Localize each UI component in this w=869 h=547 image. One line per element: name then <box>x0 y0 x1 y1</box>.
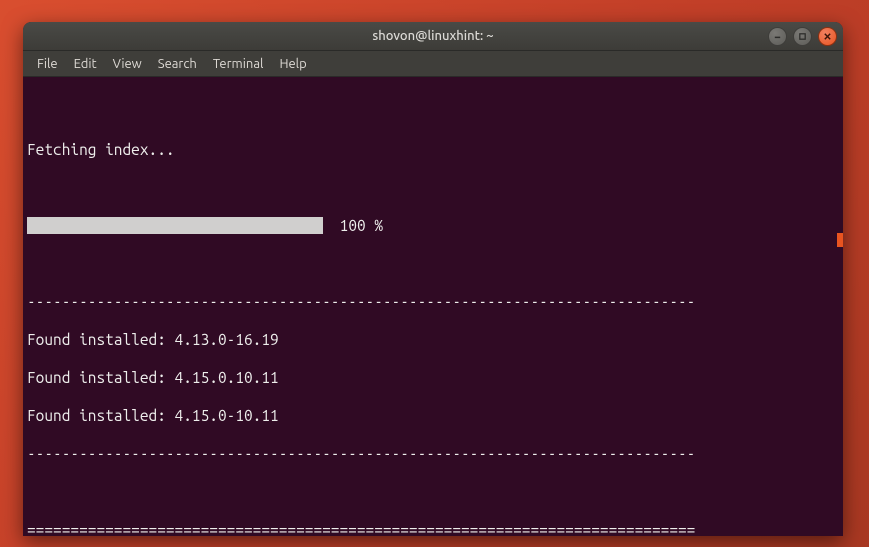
close-button[interactable] <box>818 27 837 46</box>
line-fetching: Fetching index... <box>27 140 839 159</box>
menubar: File Edit View Search Terminal Help <box>23 51 843 77</box>
line-found: Found installed: 4.15.0.10.11 <box>27 368 839 387</box>
menu-edit[interactable]: Edit <box>66 55 105 73</box>
menu-search[interactable]: Search <box>150 55 205 73</box>
line-blank <box>27 254 839 273</box>
line-found: Found installed: 4.15.0-10.11 <box>27 406 839 425</box>
menu-view[interactable]: View <box>105 55 150 73</box>
line-blank <box>27 482 839 501</box>
line-progress: 100 % <box>27 216 839 235</box>
terminal-body[interactable]: Fetching index... 100 % ----------------… <box>23 77 843 536</box>
progress-percent: 100 % <box>331 216 383 235</box>
close-icon <box>823 32 832 41</box>
minimize-icon <box>773 32 782 41</box>
scrollbar-thumb[interactable] <box>837 233 843 247</box>
window-controls <box>768 27 837 46</box>
menu-help[interactable]: Help <box>271 55 314 73</box>
menu-terminal[interactable]: Terminal <box>205 55 272 73</box>
titlebar: shovon@linuxhint: ~ <box>23 22 843 51</box>
line-dash: ----------------------------------------… <box>27 292 839 311</box>
line-blank <box>27 178 839 197</box>
minimize-button[interactable] <box>768 27 787 46</box>
line-blank <box>27 102 839 121</box>
line-eq: ========================================… <box>27 520 839 536</box>
line-dash: ----------------------------------------… <box>27 444 839 463</box>
maximize-button[interactable] <box>793 27 812 46</box>
window-title: shovon@linuxhint: ~ <box>372 29 493 43</box>
terminal-window: shovon@linuxhint: ~ File Edit View Searc… <box>23 22 843 536</box>
maximize-icon <box>798 32 807 41</box>
progress-bar <box>27 217 323 234</box>
line-found: Found installed: 4.13.0-16.19 <box>27 330 839 349</box>
menu-file[interactable]: File <box>29 55 66 73</box>
